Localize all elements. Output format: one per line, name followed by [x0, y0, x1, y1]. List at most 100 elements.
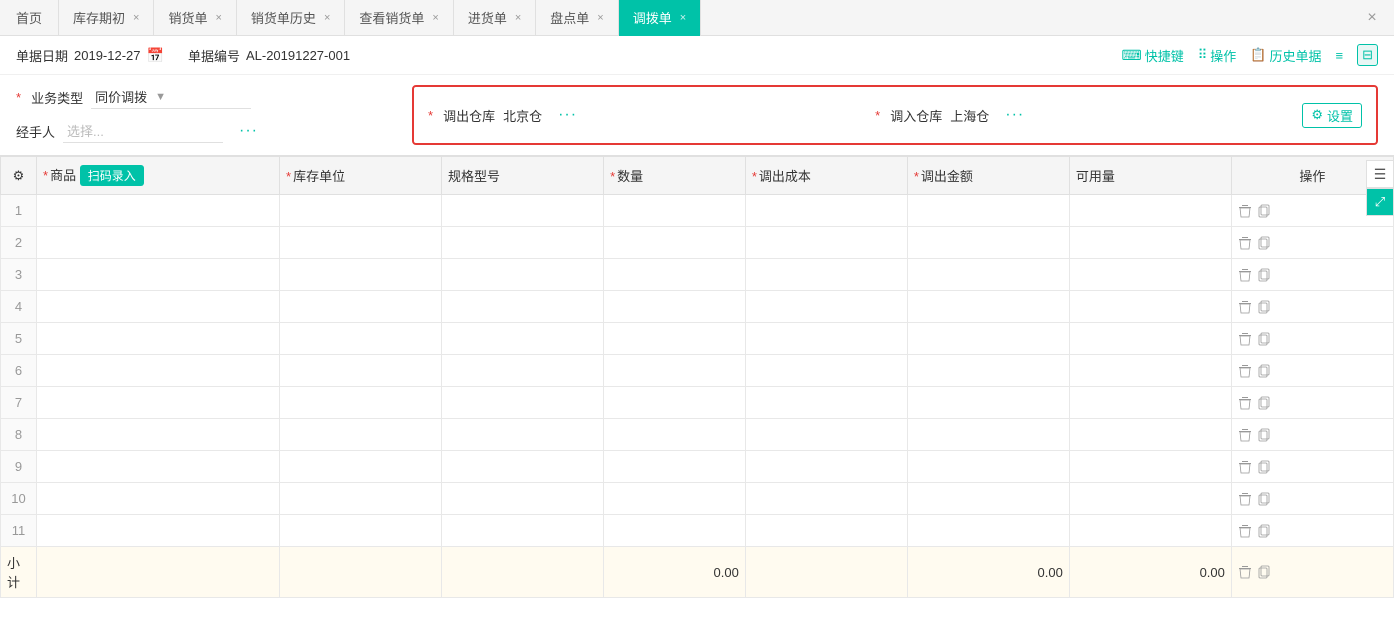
cell-cost[interactable]	[745, 195, 907, 227]
cell-qty[interactable]	[604, 451, 746, 483]
cell-avail	[1069, 419, 1231, 451]
shortcuts-button[interactable]: ⌨ 快捷键	[1122, 46, 1184, 65]
cell-qty[interactable]	[604, 515, 746, 547]
in-warehouse-more[interactable]: ···	[1005, 106, 1024, 124]
table-row: 3	[1, 259, 1394, 291]
cell-cost[interactable]	[745, 483, 907, 515]
tab-sales-order[interactable]: 销货单 ×	[154, 0, 236, 36]
copy-row-button[interactable]	[1258, 428, 1272, 442]
copy-row-button[interactable]	[1258, 300, 1272, 314]
tab-purchase[interactable]: 进货单 ×	[454, 0, 536, 36]
tab-home[interactable]: 首页	[0, 0, 59, 36]
copy-row-button[interactable]	[1258, 204, 1272, 218]
business-type-select[interactable]: 同价调拨 ▼	[91, 85, 251, 109]
cell-product[interactable]	[37, 291, 280, 323]
copy-subtotal-button[interactable]	[1258, 565, 1272, 579]
right-list-button[interactable]: ☰	[1366, 160, 1394, 188]
layout1-button[interactable]: ≡	[1336, 48, 1344, 63]
cell-product[interactable]	[37, 387, 280, 419]
cell-product[interactable]	[37, 259, 280, 291]
delete-subtotal-button[interactable]	[1238, 565, 1252, 579]
delete-row-button[interactable]	[1238, 364, 1252, 378]
right-list-icon: ☰	[1374, 166, 1387, 183]
cell-product[interactable]	[37, 227, 280, 259]
cell-product[interactable]	[37, 419, 280, 451]
tab-stocktake[interactable]: 盘点单 ×	[536, 0, 618, 36]
cell-cost[interactable]	[745, 515, 907, 547]
delete-row-button[interactable]	[1238, 428, 1252, 442]
cell-spec	[442, 259, 604, 291]
cell-product[interactable]	[37, 515, 280, 547]
delete-row-button[interactable]	[1238, 492, 1252, 506]
copy-row-button[interactable]	[1258, 460, 1272, 474]
cell-cost[interactable]	[745, 259, 907, 291]
tab-sales-history[interactable]: 销货单历史 ×	[237, 0, 345, 36]
tab-sales-history-close[interactable]: ×	[324, 12, 330, 24]
tab-transfer[interactable]: 调拨单 ×	[619, 0, 701, 36]
copy-row-button[interactable]	[1258, 236, 1272, 250]
operations-button[interactable]: ⠿ 操作	[1198, 46, 1237, 65]
tab-inventory-init-close[interactable]: ×	[133, 12, 139, 24]
cell-qty[interactable]	[604, 195, 746, 227]
cell-qty[interactable]	[604, 259, 746, 291]
handler-select[interactable]: 选择...	[63, 119, 223, 143]
cell-qty[interactable]	[604, 355, 746, 387]
cell-op	[1231, 483, 1393, 515]
delete-row-button[interactable]	[1238, 204, 1252, 218]
tab-sales-order-close[interactable]: ×	[215, 12, 221, 24]
cell-qty[interactable]	[604, 483, 746, 515]
delete-row-button[interactable]	[1238, 236, 1252, 250]
cell-cost[interactable]	[745, 227, 907, 259]
cell-product[interactable]	[37, 483, 280, 515]
cell-cost[interactable]	[745, 355, 907, 387]
tab-stocktake-close[interactable]: ×	[597, 12, 603, 24]
layout2-button[interactable]: ⊟	[1357, 44, 1378, 66]
cell-qty[interactable]	[604, 291, 746, 323]
copy-row-button[interactable]	[1258, 492, 1272, 506]
tab-transfer-close[interactable]: ×	[680, 12, 686, 24]
history-button[interactable]: 📋 历史单据	[1250, 46, 1321, 65]
in-warehouse-value: 上海仓	[950, 106, 989, 125]
cell-spec	[442, 483, 604, 515]
scan-button[interactable]: 扫码录入	[80, 165, 144, 186]
cell-cost[interactable]	[745, 419, 907, 451]
delete-row-button[interactable]	[1238, 524, 1252, 538]
th-spec: 规格型号	[442, 157, 604, 195]
calendar-icon[interactable]: 📅	[147, 47, 164, 64]
window-close-button[interactable]: ×	[1358, 4, 1386, 32]
handler-more-dots[interactable]: ···	[239, 122, 258, 140]
settings-button[interactable]: ⚙ 设置	[1302, 103, 1362, 128]
copy-row-button[interactable]	[1258, 364, 1272, 378]
cell-qty[interactable]	[604, 323, 746, 355]
shortcuts-icon: ⌨	[1122, 47, 1142, 64]
in-warehouse-label: 调入仓库	[890, 106, 942, 125]
right-expand-button[interactable]: ⤢	[1366, 188, 1394, 216]
tab-view-sales[interactable]: 查看销货单 ×	[345, 0, 453, 36]
delete-row-button[interactable]	[1238, 332, 1252, 346]
tab-purchase-close[interactable]: ×	[515, 12, 521, 24]
delete-row-button[interactable]	[1238, 396, 1252, 410]
tab-view-sales-close[interactable]: ×	[432, 12, 438, 24]
cell-cost[interactable]	[745, 451, 907, 483]
cell-cost[interactable]	[745, 387, 907, 419]
th-gear[interactable]: ⚙	[1, 157, 37, 195]
cell-cost[interactable]	[745, 291, 907, 323]
copy-row-button[interactable]	[1258, 524, 1272, 538]
cell-qty[interactable]	[604, 387, 746, 419]
delete-row-button[interactable]	[1238, 300, 1252, 314]
warehouse-section: * 调出仓库 北京仓 ··· * 调入仓库 上海仓 ··· ⚙ 设置	[412, 85, 1378, 145]
out-warehouse-more[interactable]: ···	[558, 106, 577, 124]
cell-product[interactable]	[37, 323, 280, 355]
cell-product[interactable]	[37, 355, 280, 387]
cell-product[interactable]	[37, 195, 280, 227]
cell-cost[interactable]	[745, 323, 907, 355]
cell-qty[interactable]	[604, 227, 746, 259]
delete-row-button[interactable]	[1238, 460, 1252, 474]
copy-row-button[interactable]	[1258, 332, 1272, 346]
copy-row-button[interactable]	[1258, 396, 1272, 410]
tab-inventory-init[interactable]: 库存期初 ×	[59, 0, 154, 36]
cell-qty[interactable]	[604, 419, 746, 451]
cell-product[interactable]	[37, 451, 280, 483]
delete-row-button[interactable]	[1238, 268, 1252, 282]
copy-row-button[interactable]	[1258, 268, 1272, 282]
